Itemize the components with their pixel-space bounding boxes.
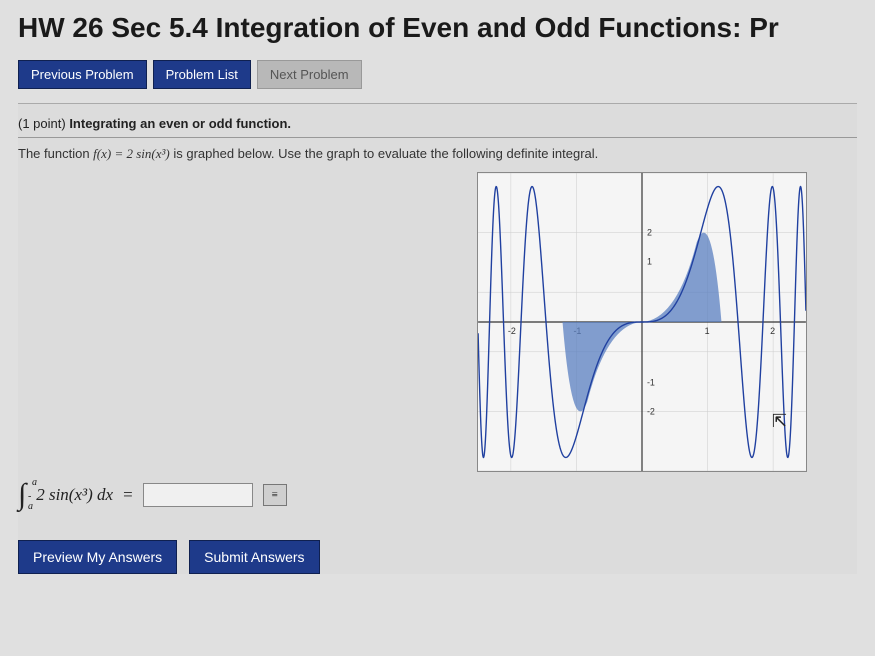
svg-text:2: 2	[647, 228, 652, 238]
submit-answers-button[interactable]: Submit Answers	[189, 540, 319, 574]
svg-text:1: 1	[647, 256, 652, 266]
points-topic: Integrating an even or odd function.	[69, 116, 291, 131]
integral-expression: ∫ a -a 2 sin(x³) dx = ≡	[18, 472, 857, 530]
fn-text-1: The function	[18, 146, 93, 161]
function-graph: -11 -22 12 -1-2	[477, 172, 807, 472]
svg-text:-1: -1	[647, 378, 655, 388]
previous-problem-button[interactable]: Previous Problem	[18, 60, 147, 89]
integral-symbol: ∫ a -a	[18, 480, 26, 510]
svg-text:2: 2	[770, 326, 775, 336]
svg-text:-2: -2	[508, 326, 516, 336]
fn-expression: f(x) = 2 sin(x³)	[93, 146, 170, 161]
integrand: 2 sin(x³) dx	[36, 485, 113, 505]
page-title: HW 26 Sec 5.4 Integration of Even and Od…	[18, 12, 857, 44]
submit-row: Preview My Answers Submit Answers	[18, 530, 857, 574]
function-description: The function f(x) = 2 sin(x³) is graphed…	[18, 138, 857, 172]
integral-upper: a	[32, 478, 37, 488]
next-problem-button: Next Problem	[257, 60, 362, 89]
equation-editor-icon[interactable]: ≡	[263, 484, 287, 506]
problem-list-button[interactable]: Problem List	[153, 60, 251, 89]
graph-svg: -11 -22 12 -1-2	[478, 173, 806, 471]
problem-body: (1 point) Integrating an even or odd fun…	[18, 103, 857, 574]
points-line: (1 point) Integrating an even or odd fun…	[18, 112, 857, 138]
cursor-icon: ⇱	[772, 411, 787, 432]
svg-text:1: 1	[705, 326, 710, 336]
preview-answers-button[interactable]: Preview My Answers	[18, 540, 177, 574]
equals-sign: =	[123, 485, 133, 505]
answer-input[interactable]	[143, 483, 253, 507]
points-prefix: (1 point)	[18, 116, 69, 131]
integral-lower: -a	[28, 492, 33, 512]
svg-text:-2: -2	[647, 406, 655, 416]
fn-text-2: is graphed below. Use the graph to evalu…	[173, 146, 598, 161]
problem-nav: Previous Problem Problem List Next Probl…	[18, 60, 857, 89]
